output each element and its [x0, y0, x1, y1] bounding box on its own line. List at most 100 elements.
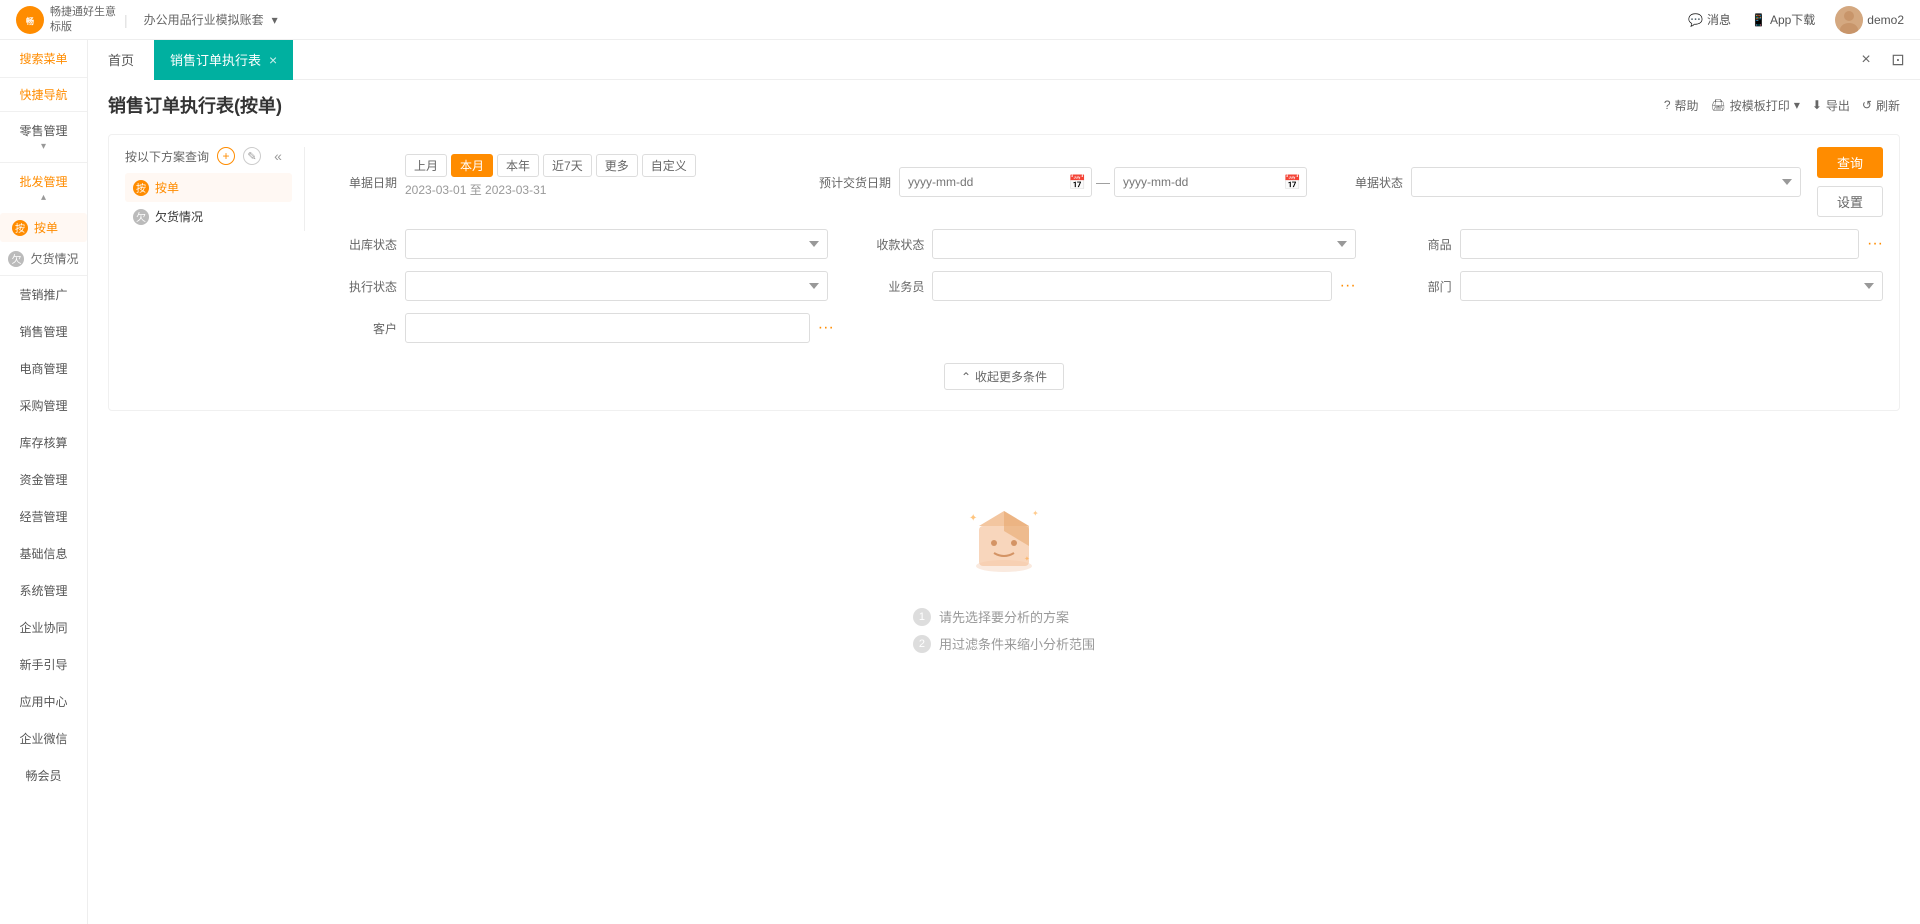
sidebar-item-operation[interactable]: 经营管理 — [0, 498, 87, 535]
plan-item-arrears[interactable]: 欠 欠货情况 — [125, 202, 292, 231]
filter-left-panel: 按以下方案查询 + ✎ « 按 按单 欠 欠货情况 — [125, 147, 305, 231]
collect-status-select[interactable] — [932, 229, 1355, 259]
main-layout: 搜索菜单 快捷导航 零售管理 ▾ 批发管理 ▴ 按 按单 欠 欠货情况 — [0, 40, 1920, 924]
expected-date-end[interactable] — [1114, 167, 1307, 197]
qd-last-month[interactable]: 上月 — [405, 154, 447, 177]
sidebar-item-purchase[interactable]: 采购管理 — [0, 387, 87, 424]
empty-tip-2: 2 用过滤条件来缩小分析范围 — [913, 634, 1095, 653]
top-bar: 畅 畅捷通好生意 标版 | 办公用品行业模拟账套 ▾ 💬 消息 📱 App下载 — [0, 0, 1920, 40]
sidebar-sub-arrears[interactable]: 欠 欠货情况 — [0, 242, 87, 275]
date-start-wrap: 📅 — [899, 167, 1092, 197]
refresh-btn[interactable]: ↺ 刷新 — [1862, 97, 1900, 114]
exec-status-select[interactable] — [405, 271, 828, 301]
plan-icon-arrears: 欠 — [133, 209, 149, 225]
qd-this-month[interactable]: 本月 — [451, 154, 493, 177]
filter-collapse: ⌃ 收起更多条件 — [125, 355, 1883, 398]
date-end-wrap: 📅 — [1114, 167, 1307, 197]
top-bar-dropdown[interactable]: ▾ — [272, 13, 278, 27]
edit-plan-icon[interactable]: ✎ — [243, 147, 261, 165]
product-input[interactable] — [1460, 229, 1859, 259]
logo-area: 畅 畅捷通好生意 标版 — [16, 5, 116, 34]
sidebar-item-basic[interactable]: 基础信息 — [0, 535, 87, 572]
svg-text:畅: 畅 — [26, 16, 34, 26]
status-select[interactable] — [1411, 167, 1801, 197]
dept-select[interactable] — [1460, 271, 1883, 301]
salesperson-input[interactable] — [932, 271, 1331, 301]
message-action[interactable]: 💬 消息 — [1688, 11, 1731, 28]
customer-input[interactable] — [405, 313, 810, 343]
filter-dept-field: 部门 — [1372, 271, 1883, 301]
filter-row-4: 客户 ··· — [317, 313, 1883, 343]
out-status-select[interactable] — [405, 229, 828, 259]
dept-label: 部门 — [1372, 278, 1452, 295]
salesperson-dots[interactable]: ··· — [1340, 277, 1356, 295]
sidebar-item-wechat[interactable]: 企业微信 — [0, 720, 87, 757]
sidebar-item-wholesale[interactable]: 批发管理 ▴ — [0, 163, 87, 213]
filter-left-title: 按以下方案查询 + ✎ « — [125, 147, 292, 165]
sidebar-item-finance[interactable]: 资金管理 — [0, 461, 87, 498]
tab-close-all-btn[interactable]: × — [1852, 46, 1880, 74]
print-dropdown-icon: ▾ — [1794, 98, 1800, 112]
customer-dots[interactable]: ··· — [818, 319, 834, 337]
sidebar-item-sales[interactable]: 销售管理 — [0, 313, 87, 350]
quick-dates: 上月 本月 本年 近7天 更多 自定义 2023-03-01 至 2023-03… — [405, 154, 795, 198]
chat-icon: 💬 — [1688, 13, 1703, 27]
page-header: 销售订单执行表(按单) ? 帮助 🖨 按模板打印 ▾ ⬇ — [108, 92, 1900, 118]
collapse-button[interactable]: ⌃ 收起更多条件 — [944, 363, 1064, 390]
tab-close-btn[interactable]: × — [269, 52, 277, 68]
sidebar-item-enterprise[interactable]: 企业协同 — [0, 609, 87, 646]
app-download-action[interactable]: 📱 App下载 — [1751, 11, 1815, 28]
expected-date-start[interactable] — [899, 167, 1092, 197]
expand-icon-wholesale: ▴ — [41, 192, 46, 203]
filter-main: 按以下方案查询 + ✎ « 按 按单 欠 欠货情况 — [125, 147, 1883, 355]
qd-custom[interactable]: 自定义 — [642, 154, 696, 177]
tab-sales-exec[interactable]: 销售订单执行表 × — [154, 40, 293, 80]
filter-row-1: 单据日期 上月 本月 本年 近7天 更多 自定义 — [317, 147, 1883, 217]
settings-button[interactable]: 设置 — [1817, 186, 1883, 217]
empty-tips: 1 请先选择要分析的方案 2 用过滤条件来缩小分析范围 — [913, 607, 1095, 653]
help-btn[interactable]: ? 帮助 — [1664, 97, 1699, 114]
sidebar-item-ecommerce[interactable]: 电商管理 — [0, 350, 87, 387]
filter-right-panel: 单据日期 上月 本月 本年 近7天 更多 自定义 — [317, 147, 1883, 355]
tab-restore-btn[interactable]: ⊡ — [1884, 46, 1912, 74]
calendar-end-icon[interactable]: 📅 — [1284, 174, 1301, 191]
export-btn[interactable]: ⬇ 导出 — [1812, 97, 1850, 114]
sidebar-search[interactable]: 搜索菜单 — [0, 40, 87, 78]
expected-date-label: 预计交货日期 — [811, 174, 891, 191]
sidebar-item-retail[interactable]: 零售管理 ▾ — [0, 112, 87, 162]
page-wrapper: 销售订单执行表(按单) ? 帮助 🖨 按模板打印 ▾ ⬇ — [88, 80, 1920, 924]
plan-item-by-order[interactable]: 按 按单 — [125, 173, 292, 202]
filter-product-field: 商品 ··· — [1372, 229, 1883, 259]
sidebar-item-member[interactable]: 畅会员 — [0, 757, 87, 794]
sidebar-item-inventory[interactable]: 库存核算 — [0, 424, 87, 461]
tab-home[interactable]: 首页 — [88, 40, 154, 80]
add-plan-icon[interactable]: + — [217, 147, 235, 165]
svg-text:✦: ✦ — [1024, 555, 1030, 563]
date-range-expected: 📅 — 📅 — [899, 167, 1307, 197]
user-profile[interactable]: demo2 — [1835, 6, 1904, 34]
sidebar-quick-nav[interactable]: 快捷导航 — [0, 78, 87, 112]
page-header-actions: ? 帮助 🖨 按模板打印 ▾ ⬇ 导出 ↺ — [1664, 97, 1900, 114]
sidebar-item-system[interactable]: 系统管理 — [0, 572, 87, 609]
sidebar-item-newbie[interactable]: 新手引导 — [0, 646, 87, 683]
filter-row-2: 出库状态 收款状态 商品 ··· — [317, 229, 1883, 259]
help-icon: ? — [1664, 98, 1671, 112]
calendar-start-icon[interactable]: 📅 — [1069, 174, 1086, 191]
collect-status-label: 收款状态 — [844, 236, 924, 253]
qd-7days[interactable]: 近7天 — [543, 154, 592, 177]
print-btn[interactable]: 🖨 按模板打印 ▾ — [1711, 97, 1800, 114]
query-button[interactable]: 查询 — [1817, 147, 1883, 178]
product-dots[interactable]: ··· — [1867, 235, 1883, 253]
tab-bar: 首页 销售订单执行表 × × ⊡ — [88, 40, 1920, 80]
collapse-plan-icon[interactable]: « — [269, 147, 287, 165]
qd-this-year[interactable]: 本年 — [497, 154, 539, 177]
top-bar-right: 💬 消息 📱 App下载 demo2 — [1688, 6, 1904, 34]
page-title: 销售订单执行表(按单) — [108, 92, 282, 118]
date-range-text: 2023-03-01 至 2023-03-31 — [405, 181, 546, 198]
sidebar-item-appstore[interactable]: 应用中心 — [0, 683, 87, 720]
salesperson-label: 业务员 — [844, 278, 924, 295]
plan-icon-by-order: 按 — [133, 180, 149, 196]
qd-more[interactable]: 更多 — [596, 154, 638, 177]
sidebar-sub-by-order[interactable]: 按 按单 — [0, 213, 87, 242]
sidebar-item-marketing[interactable]: 营销推广 — [0, 276, 87, 313]
